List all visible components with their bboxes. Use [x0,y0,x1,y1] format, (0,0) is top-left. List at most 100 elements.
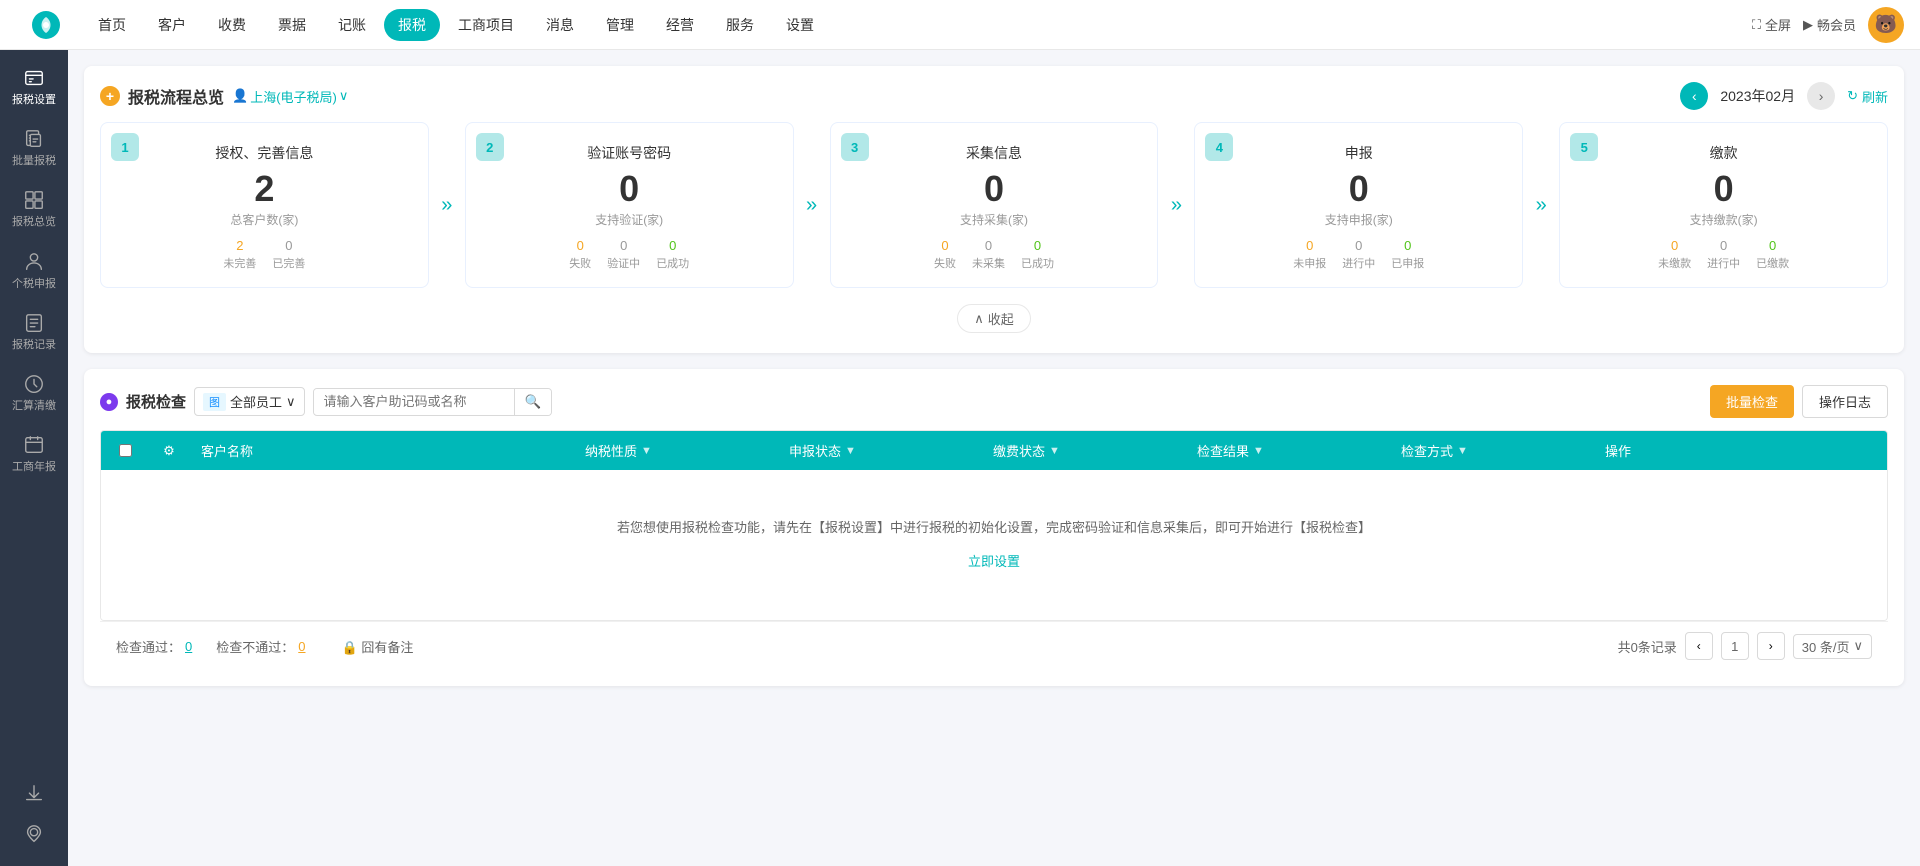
th-checkbox[interactable] [101,431,149,470]
sidebar-item-download[interactable] [18,774,50,814]
fail-value[interactable]: 0 [298,639,305,654]
nav-operation[interactable]: 经营 [652,9,708,41]
step-1-count: 2 [117,171,412,207]
sidebar-label-tax-record: 报税记录 [12,339,56,352]
step-2-stat-2-label: 已成功 [656,255,689,271]
chevron-down-icon: ∨ [339,88,349,104]
nav-service[interactable]: 服务 [712,9,768,41]
nav-accounting[interactable]: 记账 [324,9,380,41]
nav-home[interactable]: 首页 [84,9,140,41]
operation-log-btn[interactable]: 操作日志 [1802,385,1888,418]
vip-icon: ▶ [1803,17,1813,33]
declare-filter-icon[interactable]: ▼ [845,445,856,457]
nav-manage[interactable]: 管理 [592,9,648,41]
fullscreen-btn[interactable]: ⛶ 全屏 [1752,15,1791,34]
step-4-count: 0 [1211,171,1506,207]
step-1-stats: 2 未完善 0 已完善 [117,238,412,271]
nav-business[interactable]: 工商项目 [444,9,528,41]
footer-note: 🔒 囧有备注 [342,637,414,656]
tax-settings-icon [22,66,46,90]
nav-settings[interactable]: 设置 [772,9,828,41]
footer-stat-fail: 检查不通过： 0 [216,637,305,656]
search-input[interactable] [314,389,514,414]
location-icon-small: 👤 [232,88,248,104]
collapse-btn[interactable]: ∧ 收起 [957,304,1031,333]
prev-page-btn[interactable]: ‹ [1685,632,1713,660]
avatar[interactable]: 🐻 [1868,7,1904,43]
refresh-btn[interactable]: ↻ 刷新 [1847,87,1888,106]
nav-tax[interactable]: 报税 [384,9,440,41]
step-2-stat-0-value: 0 [577,238,584,253]
th-gear[interactable]: ⚙ [149,431,189,470]
per-page-label: 30 条/页 [1802,637,1850,656]
step-4-count-label: 支持申报(家) [1211,211,1506,228]
pay-filter-icon[interactable]: ▼ [1049,445,1060,457]
step-2-stat-0-label: 失败 [569,255,591,271]
location-text: 上海(电子税局) [250,87,337,106]
next-page-btn[interactable]: › [1757,632,1785,660]
sidebar-item-tax-settings[interactable]: 报税设置 [0,58,68,115]
step-3-count: 0 [847,171,1142,207]
sidebar-item-personal-tax[interactable]: 个税申报 [0,242,68,299]
table-footer: 检查通过： 0 检查不通过： 0 🔒 囧有备注 共0条记录 ‹ 1 [100,621,1888,670]
type-filter-icon[interactable]: ▼ [641,445,652,457]
gear-icon: ⚙ [163,443,175,459]
nav-message[interactable]: 消息 [532,9,588,41]
step-1-stat-0-value: 2 [236,238,243,253]
sidebar-item-tax-overview[interactable]: 报税总览 [0,180,68,237]
step-2-stat-1: 0 验证中 [607,238,640,271]
step-2-stat-2: 0 已成功 [656,238,689,271]
sidebar-item-location[interactable] [18,814,50,854]
sidebar-item-annual-settlement[interactable]: 汇算清缴 [0,364,68,421]
location-selector[interactable]: 👤 上海(电子税局) ∨ [232,87,348,106]
step-1-stat-0-label: 未完善 [223,255,256,271]
main-layout: 报税设置 批量报税 报税总览 个税申报 报税记录 [0,50,1920,866]
arrow-1: » [429,122,465,288]
empty-message: 若您想使用报税检查功能，请先在【报税设置】中进行报税的初始化设置，完成密码验证和… [617,515,1371,575]
overview-card: + 报税流程总览 👤 上海(电子税局) ∨ ‹ 2023年02月 › ↻ 刷新 [84,66,1904,353]
vip-btn[interactable]: ▶ 畅会员 [1803,15,1856,34]
sidebar-label-annual-settlement: 汇算清缴 [12,400,56,413]
vip-label: 畅会员 [1817,15,1856,34]
pass-value[interactable]: 0 [185,639,192,654]
check-method-filter-icon[interactable]: ▼ [1457,445,1468,457]
select-all-checkbox[interactable] [119,444,132,457]
fullscreen-icon: ⛶ [1752,17,1761,33]
search-button[interactable]: 🔍 [514,389,552,415]
page-num: 1 [1721,632,1749,660]
step-2-card: 2 验证账号密码 0 支持验证(家) 0 失败 0 验证中 [465,122,794,288]
step-4-card: 4 申报 0 支持申报(家) 0 未申报 0 进行中 [1194,122,1523,288]
content-area: + 报税流程总览 👤 上海(电子税局) ∨ ‹ 2023年02月 › ↻ 刷新 [68,50,1920,866]
next-month-btn[interactable]: › [1807,82,1835,110]
filter-row: 图 全部员工 ∨ 🔍 [194,387,1702,416]
tax-check-icon: ● [100,393,118,411]
step-1-num: 1 [111,133,139,161]
employee-filter[interactable]: 图 全部员工 ∨ [194,387,305,416]
step-2-stat-0: 0 失败 [569,238,591,271]
sidebar-item-batch-tax[interactable]: 批量报税 [0,119,68,176]
nav-fee[interactable]: 收费 [204,9,260,41]
prev-month-btn[interactable]: ‹ [1680,82,1708,110]
sidebar-item-tax-record[interactable]: 报税记录 [0,303,68,360]
sidebar-label-tax-settings: 报税设置 [12,94,56,107]
total-label: 共0条记录 [1618,637,1677,656]
nav-customer[interactable]: 客户 [144,9,200,41]
step-4-stat-1: 0 进行中 [1342,238,1375,271]
step-3-stat-1: 0 未采集 [972,238,1005,271]
per-page-selector[interactable]: 30 条/页 ∨ [1793,634,1872,659]
note-icon: 🔒 [342,640,358,655]
batch-check-btn[interactable]: 批量检查 [1710,385,1794,418]
nav-invoice[interactable]: 票据 [264,9,320,41]
step-2-stats: 0 失败 0 验证中 0 已成功 [482,238,777,271]
step-1-stat-1-label: 已完善 [272,255,305,271]
th-pay-status: 缴费状态 ▼ [981,431,1185,470]
step-1-stat-1: 0 已完善 [272,238,305,271]
sidebar-item-annual-report[interactable]: 工商年报 [0,425,68,482]
step-4-num: 4 [1205,133,1233,161]
annual-report-icon [22,433,46,457]
top-nav: 首页 客户 收费 票据 记账 报税 工商项目 消息 管理 经营 服务 设置 ⛶ … [0,0,1920,50]
check-result-filter-icon[interactable]: ▼ [1253,445,1264,457]
table-header: ⚙ 客户名称 纳税性质 ▼ 申报状态 ▼ 缴费状态 ▼ [101,431,1887,470]
search-icon: 🔍 [525,394,542,409]
setup-link[interactable]: 立即设置 [968,554,1020,569]
